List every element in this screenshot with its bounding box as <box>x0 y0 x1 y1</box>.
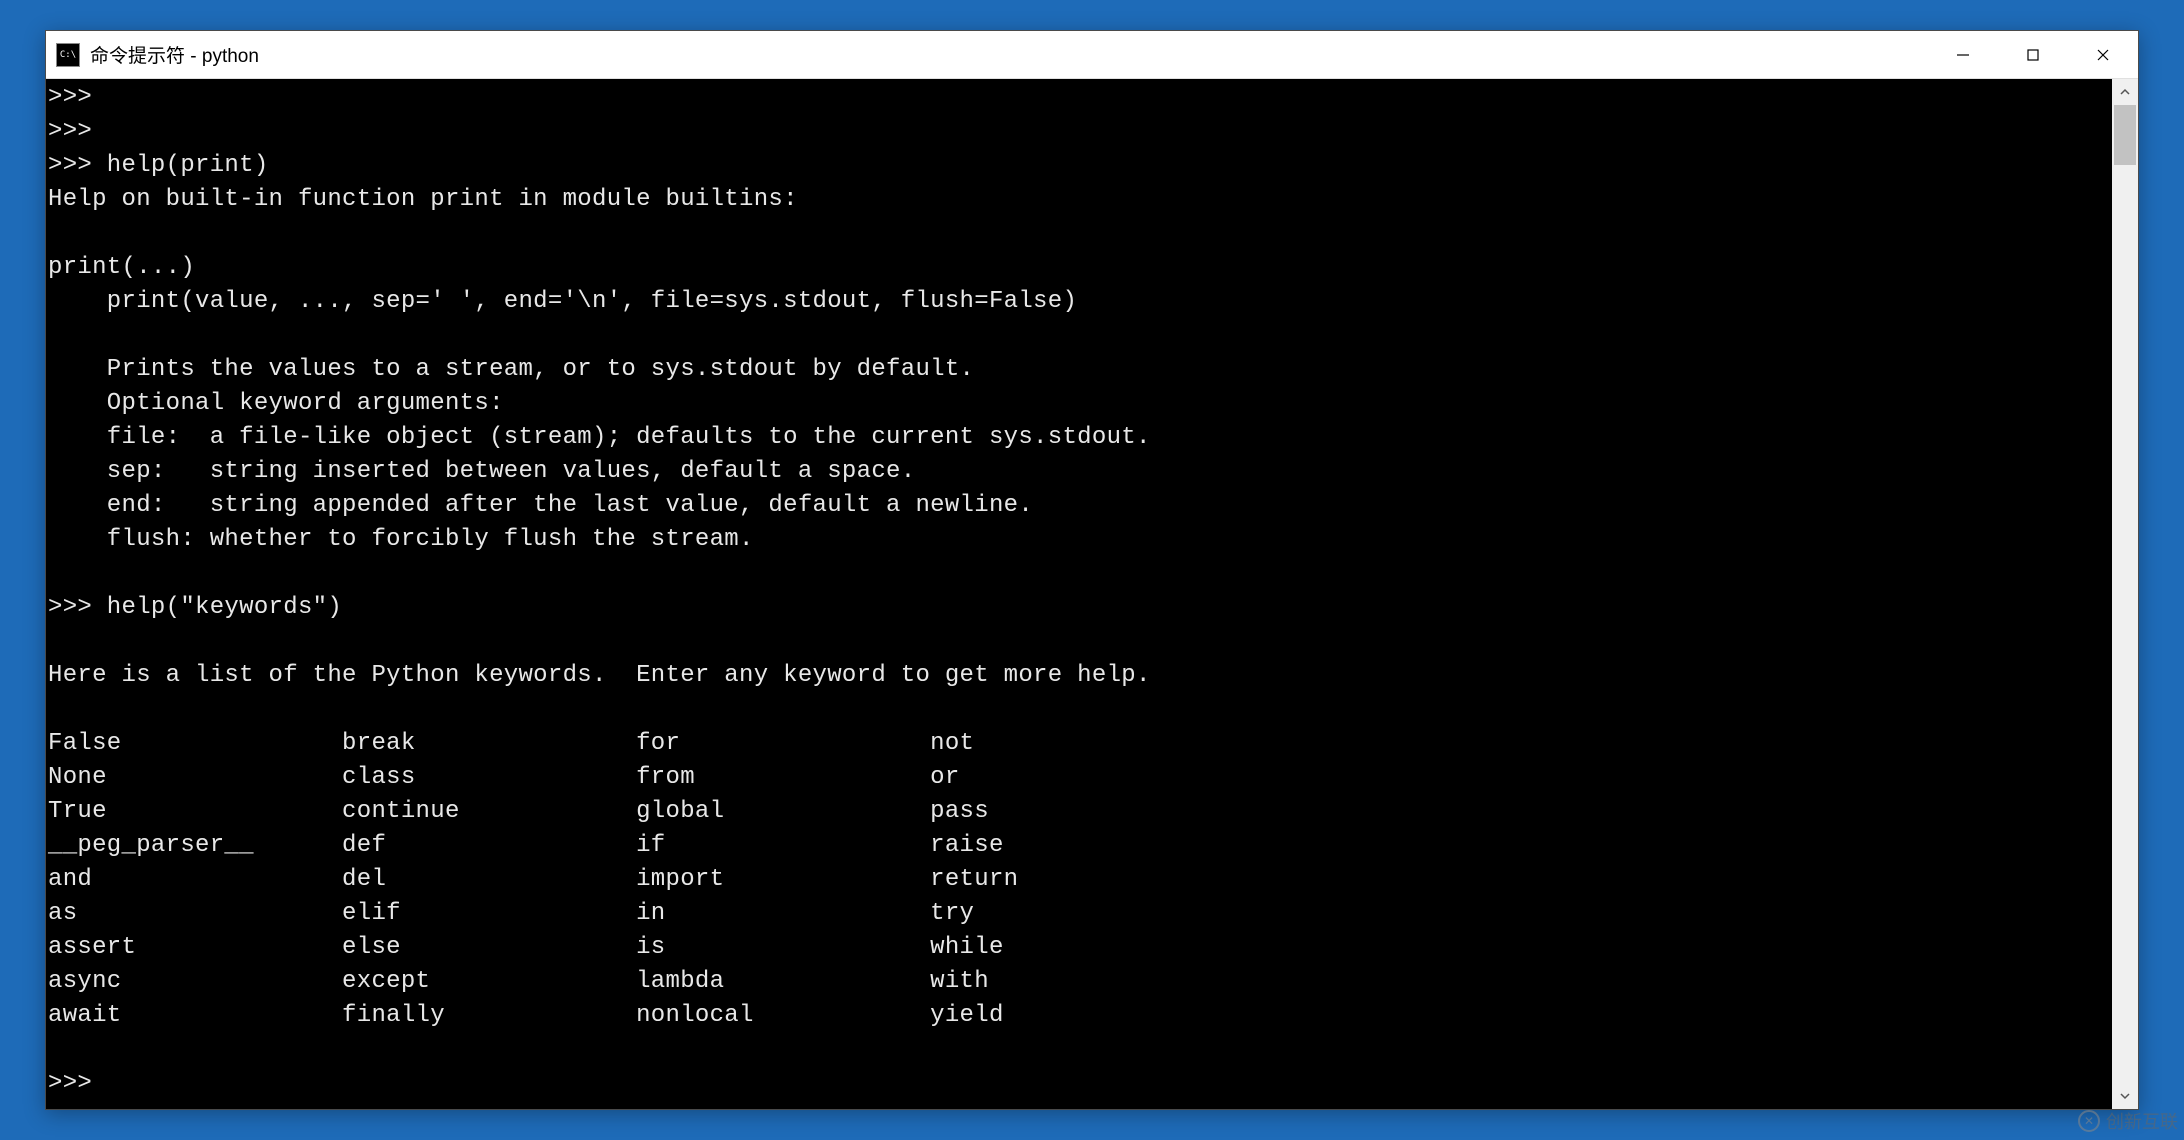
terminal-output[interactable]: >>> >>> >>> help(print) Help on built-in… <box>46 79 2112 1109</box>
cmd-icon: C:\ <box>56 43 80 67</box>
command-prompt-window: C:\ 命令提示符 - python >>> >>> >>> help(prin… <box>45 30 2139 1110</box>
watermark: ✕ 创新互联 <box>2078 1108 2178 1134</box>
vertical-scrollbar[interactable] <box>2112 79 2138 1109</box>
chevron-down-icon <box>2120 1091 2130 1101</box>
scroll-track[interactable] <box>2112 105 2138 1083</box>
watermark-text: 创新互联 <box>2106 1108 2178 1134</box>
minimize-button[interactable] <box>1928 31 1998 78</box>
close-button[interactable] <box>2068 31 2138 78</box>
scroll-down-button[interactable] <box>2112 1083 2138 1109</box>
window-title: 命令提示符 - python <box>90 41 1928 68</box>
watermark-icon: ✕ <box>2078 1110 2100 1132</box>
maximize-button[interactable] <box>1998 31 2068 78</box>
chevron-up-icon <box>2120 87 2130 97</box>
maximize-icon <box>2025 47 2041 63</box>
titlebar[interactable]: C:\ 命令提示符 - python <box>46 31 2138 79</box>
minimize-icon <box>1955 47 1971 63</box>
scroll-up-button[interactable] <box>2112 79 2138 105</box>
scroll-thumb[interactable] <box>2114 105 2136 165</box>
terminal-area: >>> >>> >>> help(print) Help on built-in… <box>46 79 2138 1109</box>
window-controls <box>1928 31 2138 78</box>
close-icon <box>2095 47 2111 63</box>
